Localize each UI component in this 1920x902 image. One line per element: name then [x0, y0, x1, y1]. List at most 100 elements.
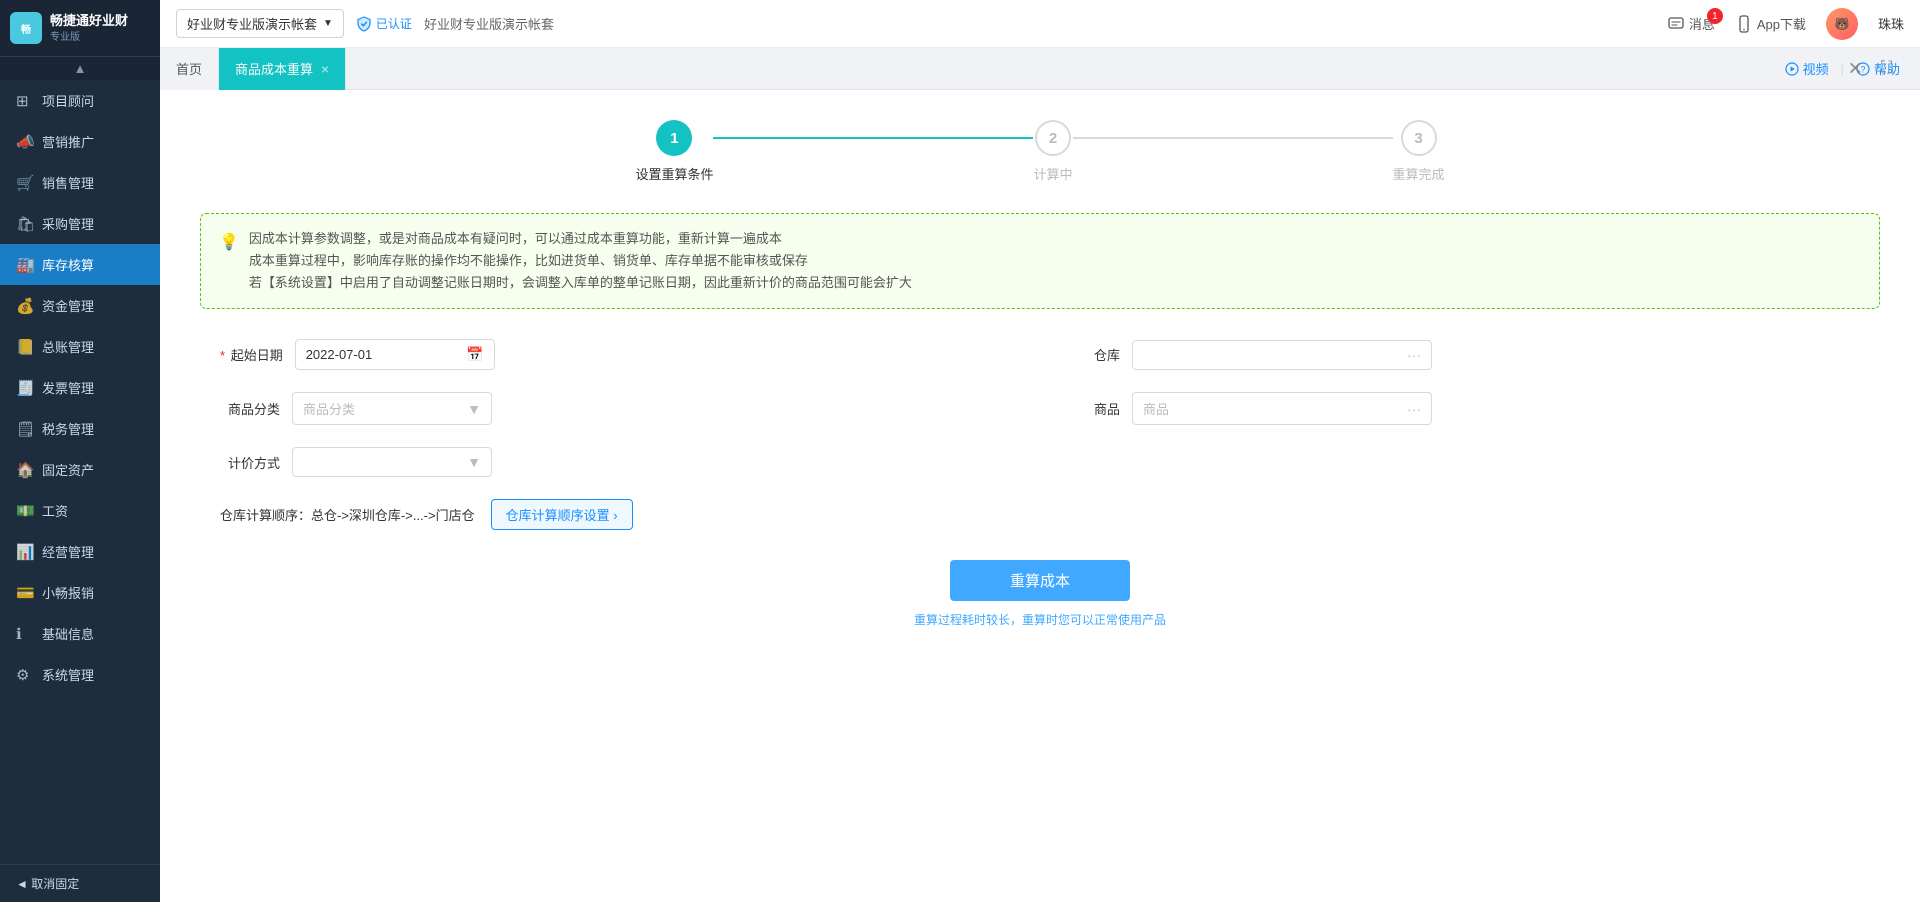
user-avatar[interactable]: 🐻 [1826, 8, 1858, 40]
account-selector[interactable]: 好业财专业版演示帐套 ▼ [176, 9, 344, 38]
account-name: 好业财专业版演示帐套 [187, 14, 317, 33]
video-icon [1785, 62, 1799, 76]
step-2-num: 2 [1049, 130, 1057, 147]
step-3-num: 3 [1414, 130, 1422, 147]
sidebar-header: 畅 畅捷通好业财 专业版 [0, 0, 160, 57]
sidebar-item-采购管理[interactable]: 🛍 采购管理 [0, 203, 160, 244]
step-2-circle: 2 [1035, 120, 1071, 156]
calendar-icon: 📅 [466, 346, 483, 363]
megaphone-icon: 📣 [16, 133, 34, 151]
sidebar-item-工资[interactable]: 💵 工资 [0, 490, 160, 531]
step-2: 2 计算中 [1033, 120, 1072, 183]
sidebar: 畅 畅捷通好业财 专业版 ▲ ⊞ 项目顾问 📣 营销推广 🛒 销售管理 🛍 采购… [0, 0, 160, 902]
topbar-right: 消息 1 App下载 🐻 珠珠 [1667, 8, 1904, 40]
shopping-bag-icon: 🛍 [16, 215, 34, 233]
step-1-circle: 1 [656, 120, 692, 156]
step-line-2 [1073, 137, 1393, 139]
sidebar-item-库存核算[interactable]: 🏭 库存核算 [0, 244, 160, 285]
main-area: 好业财专业版演示帐套 ▼ 已认证 好业财专业版演示帐套 消息 1 [160, 0, 1920, 902]
pricing-select[interactable]: ▼ [292, 447, 492, 477]
sidebar-item-小畅报销[interactable]: 💳 小畅报销 [0, 572, 160, 613]
ledger-icon: 📒 [16, 338, 34, 356]
sidebar-item-总账管理[interactable]: 📒 总账管理 [0, 326, 160, 367]
sidebar-item-label: 资金管理 [42, 296, 94, 315]
sidebar-item-营销推广[interactable]: 📣 营销推广 [0, 121, 160, 162]
sidebar-item-label: 库存核算 [42, 255, 94, 274]
form-row-1: * 起始日期 2022-07-01 📅 仓库 ··· [220, 339, 1860, 370]
tabbar-actions: ✕ ⛶ [1844, 54, 1908, 83]
step-3: 3 重算完成 [1393, 120, 1445, 183]
goods-input[interactable]: 商品 ··· [1132, 392, 1432, 425]
sidebar-item-label: 工资 [42, 501, 68, 520]
warehouse-order-label: 仓库计算顺序：总仓->深圳仓库->...->门店仓 [220, 505, 475, 524]
category-select[interactable]: 商品分类 ▼ [292, 392, 492, 425]
step-3-label: 重算完成 [1393, 164, 1445, 183]
sidebar-item-销售管理[interactable]: 🛒 销售管理 [0, 162, 160, 203]
user-name: 珠珠 [1878, 14, 1904, 33]
tab-close-icon[interactable]: × [321, 61, 329, 77]
start-date-input[interactable]: 2022-07-01 📅 [295, 339, 495, 370]
warehouse-input[interactable]: ··· [1132, 340, 1432, 370]
sidebar-item-系统管理[interactable]: ⚙ 系统管理 [0, 654, 160, 695]
scroll-up-arrow[interactable]: ▲ [0, 57, 160, 80]
pricing-label: 计价方式 [220, 453, 280, 472]
warehouse-field: 仓库 ··· [1060, 340, 1860, 370]
recalc-button[interactable]: 重算成本 [950, 560, 1130, 601]
info-icon: 💡 [219, 229, 239, 294]
app-download-button[interactable]: App下载 [1735, 14, 1806, 33]
sidebar-item-label: 采购管理 [42, 214, 94, 233]
phone-icon [1735, 15, 1753, 33]
category-label: 商品分类 [220, 399, 280, 418]
step-1-num: 1 [670, 130, 678, 147]
grid-icon: ⊞ [16, 92, 34, 110]
sidebar-item-固定资产[interactable]: 🏠 固定资产 [0, 449, 160, 490]
video-link[interactable]: 视频 [1785, 59, 1829, 78]
tab-recalc[interactable]: 商品成本重算 × [219, 48, 346, 90]
shield-icon [356, 16, 372, 32]
sidebar-item-基础信息[interactable]: ℹ 基础信息 [0, 613, 160, 654]
tab-home-label: 首页 [176, 59, 202, 78]
app-logo: 畅 [10, 12, 42, 44]
sidebar-item-项目顾问[interactable]: ⊞ 项目顾问 [0, 80, 160, 121]
category-placeholder: 商品分类 [303, 399, 355, 418]
goods-more-icon: ··· [1407, 401, 1421, 417]
category-dropdown-icon: ▼ [467, 401, 481, 417]
info-line-1: 因成本计算参数调整，或是对商品成本有疑问时，可以通过成本重算功能，重新计算一遍成… [249, 228, 912, 250]
expense-icon: 💳 [16, 584, 34, 602]
form-row-3: 计价方式 ▼ [220, 447, 1860, 477]
step-line-1 [713, 137, 1033, 139]
video-label: 视频 [1803, 59, 1829, 78]
expand-panel-button[interactable]: ⛶ [1877, 56, 1896, 82]
recalc-btn-label: 重算成本 [1010, 573, 1070, 590]
start-date-label-text: 起始日期 [231, 348, 283, 363]
sidebar-item-资金管理[interactable]: 💰 资金管理 [0, 285, 160, 326]
tab-home[interactable]: 首页 [160, 48, 219, 90]
settings-icon: ⚙ [16, 666, 34, 684]
sidebar-item-税务管理[interactable]: 🗒 税务管理 [0, 408, 160, 449]
tax-icon: 🗒 [16, 420, 34, 438]
invoice-icon: 🧾 [16, 379, 34, 397]
sidebar-item-label: 税务管理 [42, 419, 94, 438]
sidebar-unpin-button[interactable]: ◄ 取消固定 [0, 864, 160, 902]
close-panel-button[interactable]: ✕ [1844, 54, 1867, 83]
recalc-hint: 重算过程耗时较长，重算时您可以正常使用产品 [914, 611, 1166, 628]
warehouse-order-btn-label: 仓库计算顺序设置 › [506, 505, 618, 524]
info-line-2: 成本重算过程中，影响库存账的操作均不能操作，比如进货单、销货单、库存单据不能审核… [249, 250, 912, 272]
messages-button[interactable]: 消息 1 [1667, 14, 1715, 33]
category-field: 商品分类 商品分类 ▼ [220, 392, 1020, 425]
sidebar-item-label: 总账管理 [42, 337, 94, 356]
sidebar-item-label: 经营管理 [42, 542, 94, 561]
asset-icon: 🏠 [16, 461, 34, 479]
message-icon [1667, 15, 1685, 33]
info-text: 因成本计算参数调整，或是对商品成本有疑问时，可以通过成本重算功能，重新计算一遍成… [249, 228, 912, 294]
step-1: 1 设置重算条件 [635, 120, 713, 183]
sidebar-item-发票管理[interactable]: 🧾 发票管理 [0, 367, 160, 408]
form-section: * 起始日期 2022-07-01 📅 仓库 ··· [200, 339, 1880, 530]
warehouse-order-settings-button[interactable]: 仓库计算顺序设置 › [491, 499, 633, 530]
app-title: 畅捷通好业财 [50, 13, 128, 29]
sidebar-item-label: 销售管理 [42, 173, 94, 192]
warehouse-order-row: 仓库计算顺序：总仓->深圳仓库->...->门店仓 仓库计算顺序设置 › [220, 499, 1860, 530]
warehouse-more-icon: ··· [1407, 347, 1421, 363]
sidebar-item-经营管理[interactable]: 📊 经营管理 [0, 531, 160, 572]
recalc-section: 重算成本 重算过程耗时较长，重算时您可以正常使用产品 [200, 560, 1880, 628]
